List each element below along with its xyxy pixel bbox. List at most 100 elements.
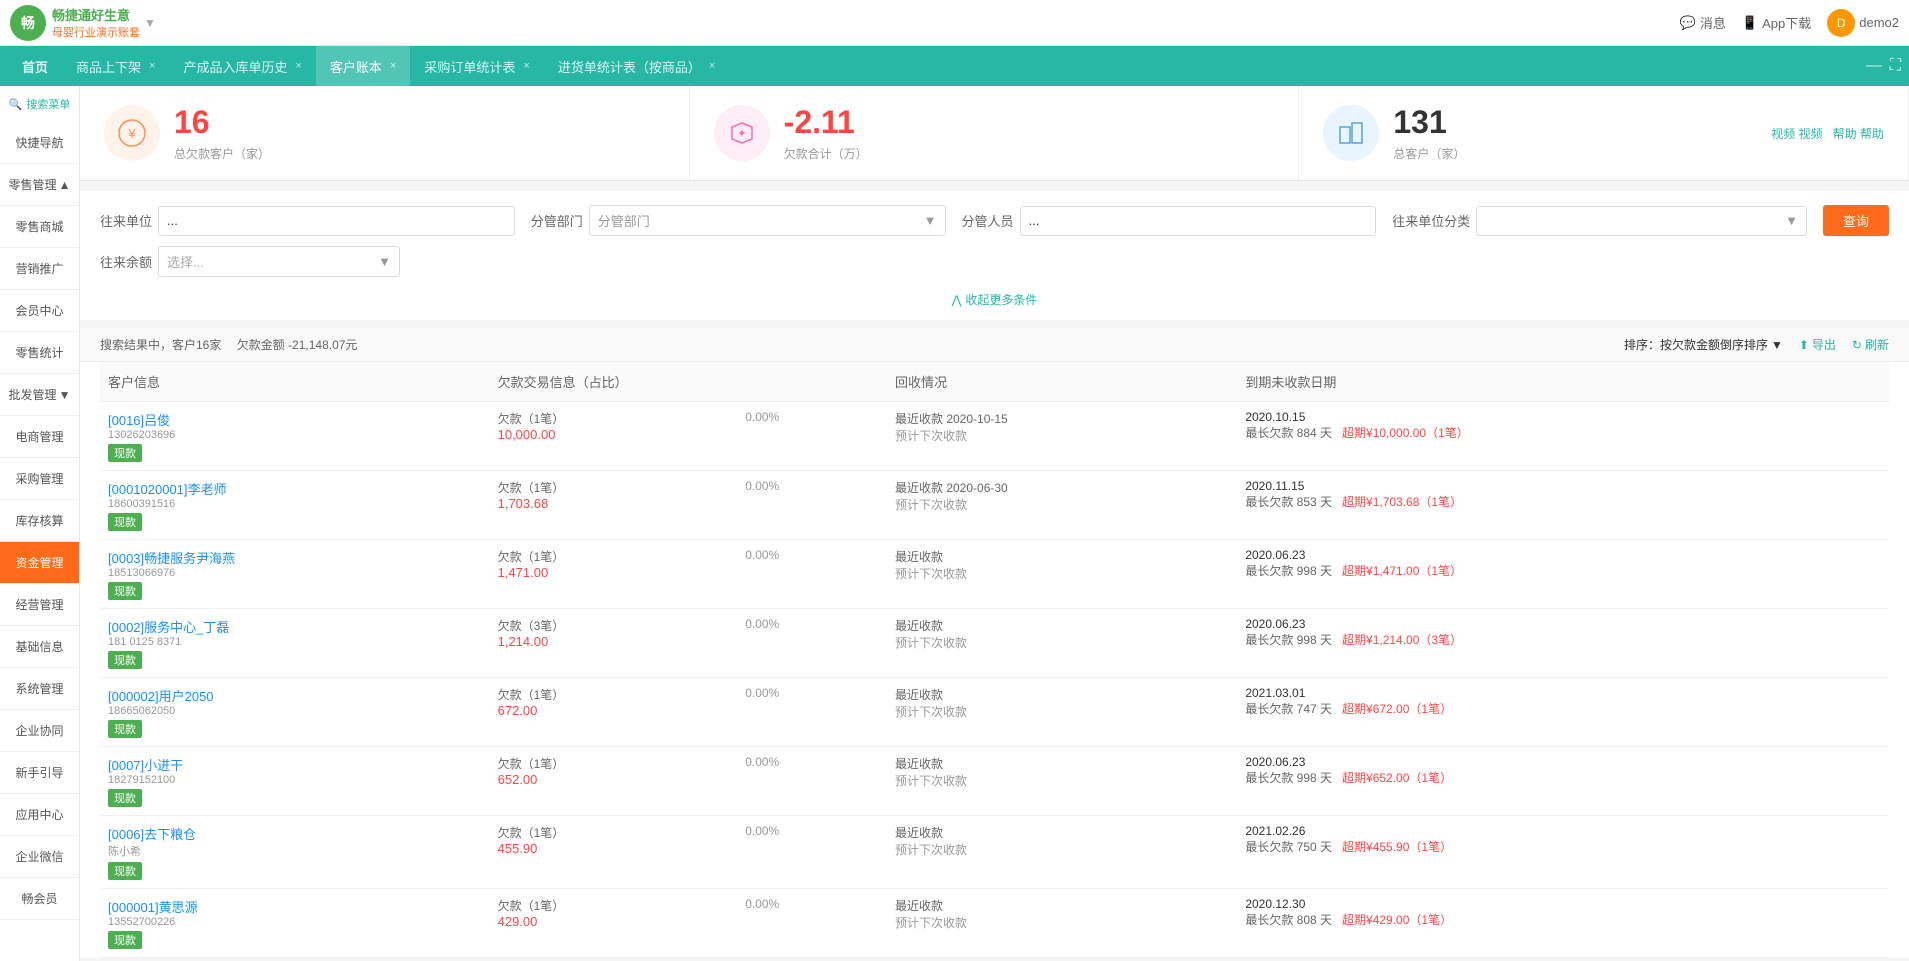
cell-collection-1: 最近收款 2020-06-30 预计下次收款 [887,471,1237,540]
tab-home[interactable]: 首页 [8,46,62,86]
overdue-days-4: 最长欠款 747 天 超期¥672.00（1笔） [1245,700,1881,717]
sidebar-item-retail[interactable]: 零售管理 ▲ [0,164,79,206]
debt-amount-5[interactable]: 652.00 [498,772,730,787]
collapse-btn[interactable]: ⋀ 收起更多条件 [952,291,1038,308]
cell-debt-count-0: 欠款（1笔） 10,000.00 [490,402,738,471]
sidebar-item-inventory[interactable]: 库存核算 [0,500,79,542]
stat-label-1: 总欠款客户（家） [174,145,270,162]
export-btn[interactable]: ⬆ 导出 [1799,336,1836,353]
search-menu-btn[interactable]: 🔍 搜索菜单 [8,96,71,112]
nav-minimize-btn[interactable]: — [1866,57,1882,75]
cell-debt-pct-0: 0.00% [737,402,887,471]
sidebar-item-members[interactable]: 会员中心 [0,290,79,332]
sidebar-item-operations[interactable]: 经营管理 [0,584,79,626]
app-download-btn[interactable]: 📱 App下载 [1742,13,1811,32]
tab-close-products[interactable]: × [149,60,155,72]
sidebar-item-system[interactable]: 系统管理 [0,668,79,710]
customer-name-6[interactable]: [0006]去下粮仓 [108,824,482,843]
nav-maximize-btn[interactable]: ⛶ [1890,57,1901,75]
balance-select[interactable]: 选择... ▼ [158,246,400,277]
overdue-link-3[interactable]: 超期¥1,214.00（3笔） [1342,633,1462,647]
debt-amount-0[interactable]: 10,000.00 [498,427,730,442]
next-collect-5: 预计下次收款 [895,772,1229,789]
stat-actions: 视频 视频 帮助 帮助 [1771,125,1884,142]
overdue-link-6[interactable]: 超期¥455.90（1笔） [1342,840,1452,854]
user-profile[interactable]: D demo2 [1827,9,1899,37]
tab-customer-ledger[interactable]: 客户账本 × [316,46,410,86]
overdue-link-4[interactable]: 超期¥672.00（1笔） [1342,702,1452,716]
cell-customer-7: [000001]黄思源 13552700226 现款 [100,889,490,958]
tab-close-customer-ledger[interactable]: × [390,60,396,72]
manager-input[interactable]: ... [1020,206,1377,236]
sidebar-item-wholesale[interactable]: 批发管理 ▼ [0,374,79,416]
refresh-btn[interactable]: ↻ 刷新 [1852,336,1889,353]
supplier-input[interactable]: ... [158,206,515,236]
tab-close-purchase[interactable]: × [523,60,529,72]
overdue-link-2[interactable]: 超期¥1,471.00（1笔） [1342,564,1462,578]
next-collect-7: 预计下次收款 [895,914,1229,931]
sidebar-item-enterprise[interactable]: 企业协同 [0,710,79,752]
cell-debt-count-2: 欠款（1笔） 1,471.00 [490,540,738,609]
stat-info-2: -2.11 欠款合计（万） [784,104,868,162]
customer-name-3[interactable]: [0002]服务中心_丁磊 [108,617,482,636]
dept-label: 分管部门 [531,211,583,230]
cell-debt-count-4: 欠款（1笔） 672.00 [490,678,738,747]
table-row: [000001]黄思源 13552700226 现款 欠款（1笔） 429.00… [100,889,1889,958]
category-select[interactable]: ▼ [1476,206,1807,236]
customer-name-0[interactable]: [0016]吕俊 [108,410,482,429]
debt-amount-6[interactable]: 455.90 [498,841,730,856]
customer-name-4[interactable]: [000002]用户2050 [108,686,482,705]
tab-close-inventory[interactable]: × [295,60,301,72]
debt-count-2: 欠款（1笔） [498,548,730,565]
top-right-actions: 💬 消息 📱 App下载 D demo2 [1680,9,1899,37]
customer-name-2[interactable]: [0003]畅捷服务尹海燕 [108,548,482,567]
sort-label[interactable]: 排序：按欠款金额倒序排序 ▼ [1624,336,1783,353]
tab-inventory[interactable]: 产成品入库单历史 × [169,46,315,86]
overdue-link-0[interactable]: 超期¥10,000.00（1笔） [1342,426,1469,440]
sidebar-item-retail-stats[interactable]: 零售统计 [0,332,79,374]
customer-name-5[interactable]: [0007]小进干 [108,755,482,774]
tab-products[interactable]: 商品上下架 × [62,46,169,86]
cell-debt-count-1: 欠款（1笔） 1,703.68 [490,471,738,540]
tab-close-inbound[interactable]: × [709,60,715,72]
recent-collect-0: 最近收款 2020-10-15 [895,410,1229,427]
overdue-link-7[interactable]: 超期¥429.00（1笔） [1342,913,1452,927]
table-row: [0001020001]李老师 18600391516 现款 欠款（1笔） 1,… [100,471,1889,540]
sidebar-item-basic-info[interactable]: 基础信息 [0,626,79,668]
tab-inbound[interactable]: 进货单统计表（按商品） × [544,46,729,86]
sidebar-item-marketing[interactable]: 营销推广 [0,248,79,290]
dept-select[interactable]: 分管部门 ▼ [589,205,946,236]
debt-amount-4[interactable]: 672.00 [498,703,730,718]
sidebar-item-quick-nav[interactable]: 快捷导航 [0,122,79,164]
cell-debt-count-6: 欠款（1笔） 455.90 [490,816,738,889]
customer-name-1[interactable]: [0001020001]李老师 [108,479,482,498]
data-table-container: 客户信息 欠款交易信息（占比） 回收情况 到期未收款日期 [0016]吕俊 13… [80,362,1909,958]
stat-label-3: 总客户（家） [1393,145,1465,162]
debt-amount-7[interactable]: 429.00 [498,914,730,929]
sidebar-item-guide[interactable]: 新手引导 [0,752,79,794]
sidebar-item-membership[interactable]: 畅会员 [0,878,79,920]
customer-name-7[interactable]: [000001]黄思源 [108,897,482,916]
overdue-link-5[interactable]: 超期¥652.00（1笔） [1342,771,1452,785]
sidebar-item-ecommerce[interactable]: 电商管理 [0,416,79,458]
search-button[interactable]: 查询 [1823,205,1889,236]
store-dropdown-arrow[interactable]: ▼ [144,16,156,30]
message-btn[interactable]: 💬 消息 [1680,13,1726,32]
sidebar-item-wechat[interactable]: 企业微信 [0,836,79,878]
sidebar-item-app-center[interactable]: 应用中心 [0,794,79,836]
sidebar-item-purchase-mgmt[interactable]: 采购管理 [0,458,79,500]
customer-phone-2: 18513066976 [108,567,482,579]
video-btn[interactable]: 视频 视频 [1771,125,1822,142]
tab-purchase[interactable]: 采购订单统计表 × [410,46,543,86]
help-btn[interactable]: 帮助 帮助 [1833,125,1884,142]
sidebar-item-finance[interactable]: 资金管理 [0,542,79,584]
overdue-link-1[interactable]: 超期¥1,703.68（1笔） [1342,495,1462,509]
debt-pct-3: 0.00% [745,617,879,631]
sidebar-item-retail-mall[interactable]: 零售商城 [0,206,79,248]
store-name[interactable]: 母婴行业演示账套 [52,24,140,40]
overdue-days-5: 最长欠款 998 天 超期¥652.00（1笔） [1245,769,1881,786]
debt-amount-2[interactable]: 1,471.00 [498,565,730,580]
cell-customer-5: [0007]小进干 18279152100 现款 [100,747,490,816]
debt-amount-1[interactable]: 1,703.68 [498,496,730,511]
debt-amount-3[interactable]: 1,214.00 [498,634,730,649]
